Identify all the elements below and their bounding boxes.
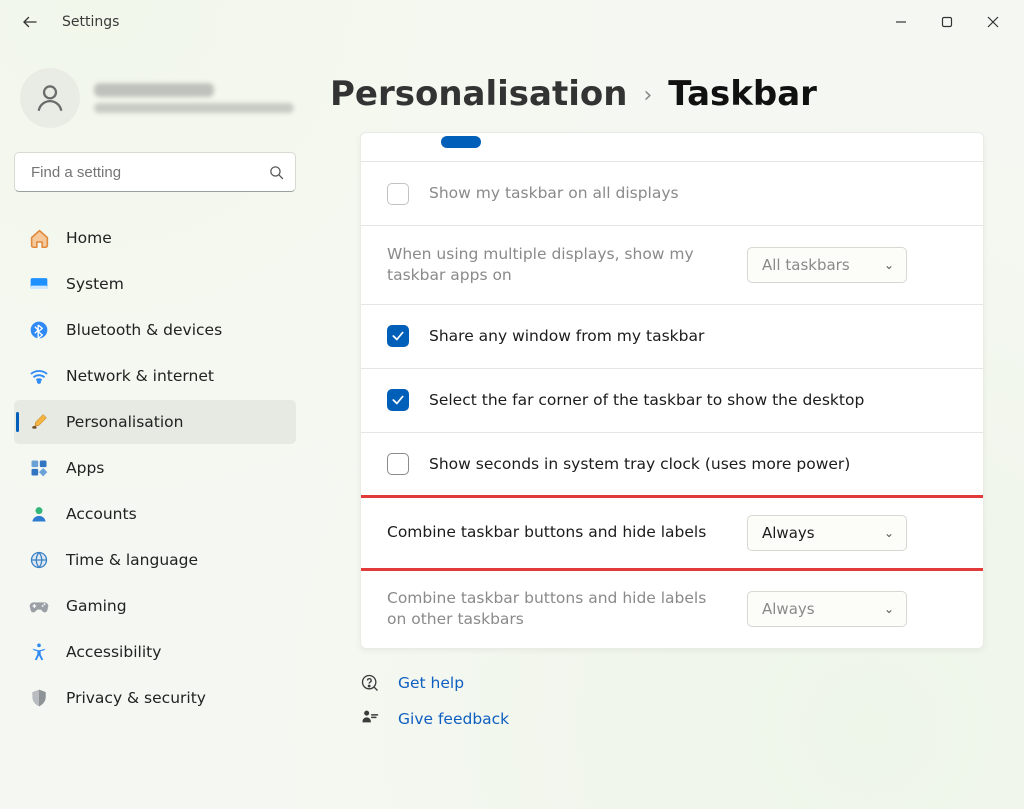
sidebar-item-label: Privacy & security [66, 689, 206, 707]
sidebar-item-time-language[interactable]: Time & language [14, 538, 296, 582]
setting-share-window: Share any window from my taskbar [361, 304, 983, 368]
toggle-switch[interactable] [441, 136, 481, 148]
sidebar-item-home[interactable]: Home [14, 216, 296, 260]
accounts-icon [28, 503, 50, 525]
dropdown-value: Always [762, 524, 815, 542]
sidebar-nav: Home System Bluetooth & devices Network … [14, 216, 296, 720]
dropdown-value: Always [762, 600, 815, 618]
dropdown-value: All taskbars [762, 256, 850, 274]
setting-label: Select the far corner of the taskbar to … [429, 390, 949, 411]
setting-row-partial [361, 133, 983, 161]
sidebar-item-accounts[interactable]: Accounts [14, 492, 296, 536]
close-icon [987, 16, 999, 28]
dropdown-combine-buttons[interactable]: Always ⌄ [747, 515, 907, 551]
dropdown-combine-buttons-other: Always ⌄ [747, 591, 907, 627]
sidebar-item-label: Network & internet [66, 367, 214, 385]
sidebar-item-privacy[interactable]: Privacy & security [14, 676, 296, 720]
footer-links: Get help Give feedback [360, 673, 984, 729]
titlebar: Settings [0, 0, 1024, 44]
chevron-down-icon: ⌄ [884, 602, 894, 616]
main-content: Personalisation › Taskbar Show my taskba… [310, 44, 1024, 809]
setting-show-seconds: Show seconds in system tray clock (uses … [361, 432, 983, 496]
search-input[interactable] [29, 163, 268, 182]
sidebar-item-label: Personalisation [66, 413, 183, 431]
bluetooth-icon [28, 319, 50, 341]
sidebar-item-system[interactable]: System [14, 262, 296, 306]
chevron-down-icon: ⌄ [884, 258, 894, 272]
arrow-left-icon [21, 13, 39, 31]
checkbox[interactable] [387, 389, 409, 411]
sidebar-item-apps[interactable]: Apps [14, 446, 296, 490]
minimize-button[interactable] [878, 6, 924, 38]
chevron-down-icon: ⌄ [884, 526, 894, 540]
sidebar-item-label: Gaming [66, 597, 127, 615]
accessibility-icon [28, 641, 50, 663]
minimize-icon [895, 16, 907, 28]
apps-icon [28, 457, 50, 479]
chevron-right-icon: › [643, 83, 652, 108]
setting-label: Show seconds in system tray clock (uses … [429, 454, 949, 475]
paintbrush-icon [28, 411, 50, 433]
maximize-icon [941, 16, 953, 28]
breadcrumb: Personalisation › Taskbar [330, 74, 984, 114]
user-card[interactable] [20, 68, 296, 128]
breadcrumb-current: Taskbar [668, 74, 817, 114]
window-title: Settings [62, 14, 119, 30]
dropdown-all-taskbars: All taskbars ⌄ [747, 247, 907, 283]
sidebar-item-gaming[interactable]: Gaming [14, 584, 296, 628]
wifi-icon [28, 365, 50, 387]
give-feedback-link[interactable]: Give feedback [360, 709, 984, 729]
sidebar-item-label: System [66, 275, 124, 293]
link-label: Get help [398, 674, 464, 692]
search-box[interactable] [14, 152, 296, 192]
sidebar-item-label: Home [66, 229, 112, 247]
checkbox [387, 183, 409, 205]
sidebar-item-label: Accounts [66, 505, 137, 523]
sidebar-item-bluetooth[interactable]: Bluetooth & devices [14, 308, 296, 352]
get-help-link[interactable]: Get help [360, 673, 984, 693]
checkbox[interactable] [387, 453, 409, 475]
sidebar-item-label: Apps [66, 459, 104, 477]
breadcrumb-parent[interactable]: Personalisation [330, 74, 627, 114]
setting-show-on-all-displays: Show my taskbar on all displays [361, 161, 983, 225]
back-button[interactable] [16, 8, 44, 36]
sidebar-item-network[interactable]: Network & internet [14, 354, 296, 398]
shield-icon [28, 687, 50, 709]
setting-label: Show my taskbar on all displays [429, 183, 949, 204]
sidebar-item-personalisation[interactable]: Personalisation [14, 400, 296, 444]
home-icon [28, 227, 50, 249]
setting-label: Combine taskbar buttons and hide labels … [387, 588, 727, 630]
setting-label: Share any window from my taskbar [429, 326, 949, 347]
user-email-blurred [94, 103, 294, 113]
close-button[interactable] [970, 6, 1016, 38]
globe-clock-icon [28, 549, 50, 571]
sidebar-item-accessibility[interactable]: Accessibility [14, 630, 296, 674]
checkbox[interactable] [387, 325, 409, 347]
gamepad-icon [28, 595, 50, 617]
setting-combine-buttons: Combine taskbar buttons and hide labels … [361, 496, 983, 569]
sidebar-item-label: Bluetooth & devices [66, 321, 222, 339]
maximize-button[interactable] [924, 6, 970, 38]
setting-multi-display-apps: When using multiple displays, show my ta… [361, 225, 983, 304]
avatar [20, 68, 80, 128]
system-icon [28, 273, 50, 295]
link-label: Give feedback [398, 710, 509, 728]
setting-far-corner-desktop: Select the far corner of the taskbar to … [361, 368, 983, 432]
settings-card: Show my taskbar on all displays When usi… [360, 132, 984, 649]
sidebar-item-label: Accessibility [66, 643, 161, 661]
setting-combine-buttons-other: Combine taskbar buttons and hide labels … [361, 569, 983, 648]
search-icon [268, 164, 285, 181]
help-icon [360, 673, 380, 693]
person-icon [33, 81, 67, 115]
setting-label: When using multiple displays, show my ta… [387, 244, 727, 286]
sidebar: Home System Bluetooth & devices Network … [0, 44, 310, 809]
sidebar-item-label: Time & language [66, 551, 198, 569]
setting-label: Combine taskbar buttons and hide labels [387, 522, 727, 543]
user-name-blurred [94, 83, 214, 97]
feedback-icon [360, 709, 380, 729]
